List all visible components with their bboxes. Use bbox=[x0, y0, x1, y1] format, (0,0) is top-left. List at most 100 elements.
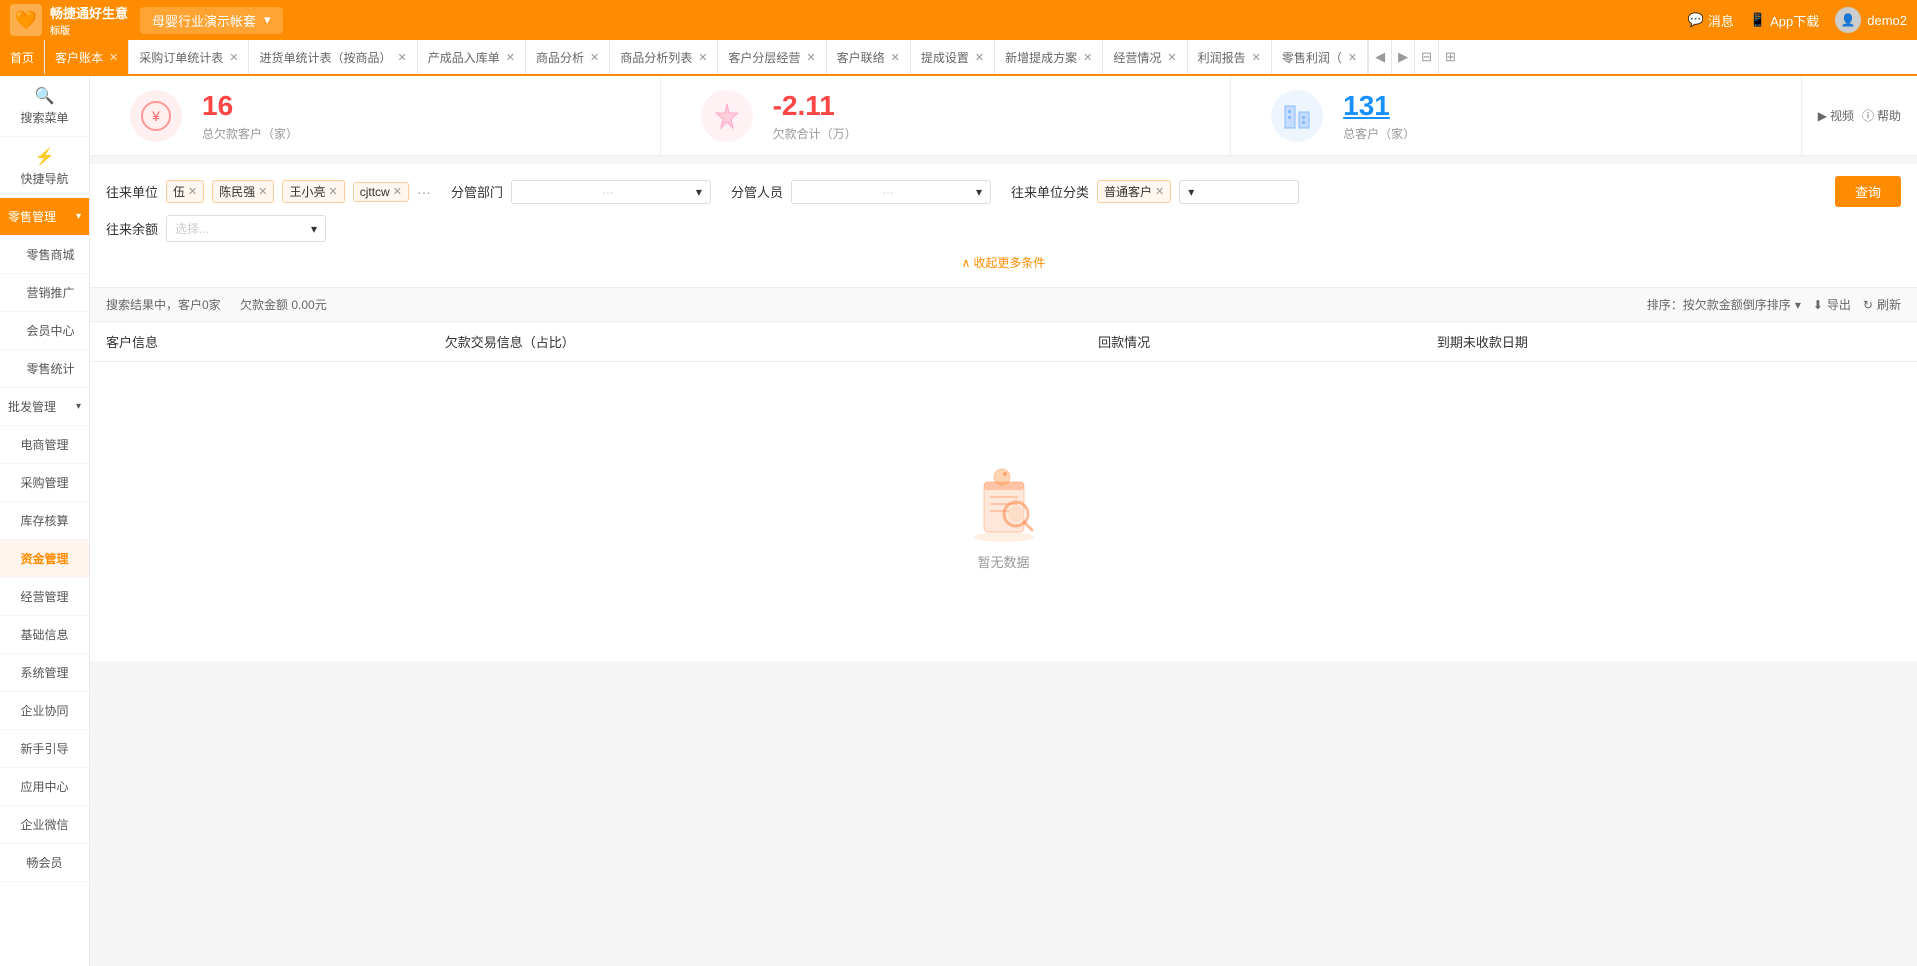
filter-row-1: 往来单位 伍 ✕ 陈民强 ✕ 王小亮 ✕ cjttcw ✕ ··· bbox=[106, 176, 1901, 207]
tab-new-commission[interactable]: 新增提成方案 ✕ bbox=[995, 40, 1103, 75]
sidebar-item-marketing[interactable]: 营销推广 bbox=[0, 274, 89, 312]
sidebar-item-ops[interactable]: 经营管理 bbox=[0, 578, 89, 616]
tab-commission-close[interactable]: ✕ bbox=[975, 51, 984, 64]
help-icon: ⓘ bbox=[1862, 107, 1874, 124]
user-menu[interactable]: 👤 demo2 bbox=[1835, 7, 1907, 33]
stat-debt-icon bbox=[701, 90, 753, 142]
tab-operation-status-label: 经营情况 bbox=[1113, 49, 1161, 66]
tab-commission-settings[interactable]: 提成设置 ✕ bbox=[911, 40, 995, 75]
sidebar-item-finance[interactable]: 资金管理 bbox=[0, 540, 89, 578]
tab-retail-profit-close[interactable]: ✕ bbox=[1348, 51, 1357, 64]
app-download-btn[interactable]: 📱 App下载 bbox=[1750, 11, 1819, 30]
sidebar-item-retail-stats[interactable]: 零售统计 bbox=[0, 350, 89, 388]
app-icon: 📱 bbox=[1750, 12, 1766, 28]
person-chevron-icon: ▾ bbox=[976, 185, 982, 199]
unit-class-select[interactable]: ▾ bbox=[1179, 180, 1299, 204]
tab-profit-report[interactable]: 利润报告 ✕ bbox=[1188, 40, 1272, 75]
tab-maximize-btn[interactable]: ⊞ bbox=[1438, 40, 1462, 75]
tab-prev-btn[interactable]: ◀ bbox=[1368, 40, 1391, 75]
sidebar-item-member-center[interactable]: 会员中心 bbox=[0, 312, 89, 350]
tab-operation-status[interactable]: 经营情况 ✕ bbox=[1103, 40, 1187, 75]
tab-next-btn[interactable]: ▶ bbox=[1391, 40, 1414, 75]
tab-product-close[interactable]: ✕ bbox=[506, 51, 515, 64]
sidebar-item-search[interactable]: 🔍 搜索菜单 bbox=[0, 76, 89, 137]
stat-customers-value: 16 bbox=[202, 89, 298, 123]
sidebar-item-vip[interactable]: 畅会员 bbox=[0, 844, 89, 882]
filter-tag-wang[interactable]: 王小亮 ✕ bbox=[282, 180, 344, 203]
logo-subtitle: 标版 bbox=[50, 22, 128, 37]
help-btn[interactable]: ⓘ 帮助 bbox=[1862, 107, 1901, 124]
sidebar-item-quick-nav[interactable]: ⚡ 快捷导航 bbox=[0, 137, 89, 198]
tab-bar: 首页 客户账本 ✕ 采购订单统计表 ✕ 进货单统计表（按商品） ✕ 产成品入库单… bbox=[0, 40, 1917, 76]
filter-tag-common-customer[interactable]: 普通客户 ✕ bbox=[1097, 180, 1171, 203]
tab-purchase-close[interactable]: ✕ bbox=[229, 51, 238, 64]
tab-profit-close[interactable]: ✕ bbox=[1252, 51, 1261, 64]
video-btn[interactable]: ▶ 视频 bbox=[1818, 107, 1854, 124]
tab-purchase-orders[interactable]: 采购订单统计表 ✕ bbox=[129, 40, 249, 75]
dept-select[interactable]: ··· ▾ bbox=[511, 180, 711, 204]
filter-more-btn[interactable]: ··· bbox=[417, 184, 431, 200]
filter-tag-wu[interactable]: 伍 ✕ bbox=[166, 180, 204, 203]
data-table: 客户信息 欠款交易信息（占比） 回款情况 到期未收款日期 bbox=[90, 322, 1917, 662]
sidebar-wholesale-label: 批发管理 bbox=[8, 398, 56, 415]
sidebar-item-system[interactable]: 系统管理 bbox=[0, 654, 89, 692]
tab-operation-close[interactable]: ✕ bbox=[1167, 51, 1176, 64]
stat-right-actions: ▶ 视频 ⓘ 帮助 bbox=[1802, 107, 1917, 124]
sidebar-item-inventory[interactable]: 库存核算 bbox=[0, 502, 89, 540]
filter-tag-wu-close[interactable]: ✕ bbox=[188, 185, 197, 198]
collapse-filter-btn[interactable]: ∧ 收起更多条件 bbox=[106, 250, 1901, 275]
tab-customer-contact-close[interactable]: ✕ bbox=[891, 51, 900, 64]
tab-incoming-close[interactable]: ✕ bbox=[398, 51, 407, 64]
tab-minimize-btn[interactable]: ⊟ bbox=[1414, 40, 1438, 75]
tab-product-incoming[interactable]: 产成品入库单 ✕ bbox=[418, 40, 526, 75]
tab-product-analysis-list[interactable]: 商品分析列表 ✕ bbox=[610, 40, 718, 75]
sidebar-item-purchase[interactable]: 采购管理 bbox=[0, 464, 89, 502]
tab-product-analysis-close[interactable]: ✕ bbox=[590, 51, 599, 64]
sidebar-item-ecommerce[interactable]: 电商管理 bbox=[0, 426, 89, 464]
tab-customer-segment[interactable]: 客户分层经营 ✕ bbox=[718, 40, 826, 75]
building-svg bbox=[1277, 96, 1317, 136]
svg-text:¥: ¥ bbox=[151, 108, 160, 124]
sort-dropdown[interactable]: 排序：按欠款金额倒序排序 ▾ bbox=[1647, 296, 1801, 313]
sidebar-purchase-label: 采购管理 bbox=[20, 474, 68, 491]
col-repayment: 回款情况 bbox=[1082, 322, 1421, 362]
refresh-button[interactable]: ↻ 刷新 bbox=[1863, 296, 1901, 313]
tab-customers-label: 客户账本 bbox=[55, 49, 103, 66]
sidebar-item-enterprise-collab[interactable]: 企业协同 bbox=[0, 692, 89, 730]
tab-customers-close[interactable]: ✕ bbox=[109, 51, 118, 64]
sidebar-item-app-center[interactable]: 应用中心 bbox=[0, 768, 89, 806]
filter-tag-chen-close[interactable]: ✕ bbox=[258, 185, 267, 198]
tab-home[interactable]: 首页 bbox=[0, 40, 45, 75]
sidebar-item-basic-info[interactable]: 基础信息 bbox=[0, 616, 89, 654]
filter-tag-chen[interactable]: 陈民强 ✕ bbox=[212, 180, 274, 203]
tab-product-analysis-list-close[interactable]: ✕ bbox=[698, 51, 707, 64]
filter-tag-cjttcw-close[interactable]: ✕ bbox=[393, 185, 402, 198]
tab-retail-profit[interactable]: 零售利润（ ✕ bbox=[1272, 40, 1368, 75]
sidebar-item-new-guide[interactable]: 新手引导 bbox=[0, 730, 89, 768]
sidebar-item-wholesale[interactable]: 批发管理 ▾ bbox=[0, 388, 89, 426]
filter-tag-common-close[interactable]: ✕ bbox=[1155, 185, 1164, 198]
stat-customers2-icon bbox=[1271, 90, 1323, 142]
export-button[interactable]: ⬇ 导出 bbox=[1813, 296, 1851, 313]
person-select[interactable]: ··· ▾ bbox=[791, 180, 991, 204]
col-customer-info: 客户信息 bbox=[90, 322, 429, 362]
refresh-label: 刷新 bbox=[1877, 296, 1901, 313]
sidebar-item-retail-mall[interactable]: 零售商城 bbox=[0, 236, 89, 274]
sidebar-item-retail-mgmt[interactable]: 零售管理 ▾ bbox=[0, 198, 89, 236]
tab-customer-contact[interactable]: 客户联络 ✕ bbox=[827, 40, 911, 75]
tab-customer-segment-close[interactable]: ✕ bbox=[806, 51, 815, 64]
account-label: 母婴行业演示帐套 bbox=[152, 11, 256, 30]
balance-select[interactable]: 选择... ▾ bbox=[166, 215, 326, 242]
message-btn[interactable]: 💬 消息 bbox=[1688, 11, 1734, 30]
retail-mgmt-arrow-icon: ▾ bbox=[76, 211, 81, 222]
tab-product-analysis[interactable]: 商品分析 ✕ bbox=[526, 40, 610, 75]
sidebar-new-guide-label: 新手引导 bbox=[20, 740, 68, 757]
filter-tag-cjttcw[interactable]: cjttcw ✕ bbox=[353, 182, 409, 202]
query-button[interactable]: 查询 bbox=[1835, 176, 1901, 207]
tab-new-commission-close[interactable]: ✕ bbox=[1083, 51, 1092, 64]
tab-customers[interactable]: 客户账本 ✕ bbox=[45, 40, 129, 75]
tab-incoming-stats[interactable]: 进货单统计表（按商品） ✕ bbox=[249, 40, 417, 75]
filter-tag-wang-close[interactable]: ✕ bbox=[329, 185, 338, 198]
sidebar-item-enterprise-wechat[interactable]: 企业微信 bbox=[0, 806, 89, 844]
account-dropdown[interactable]: 母婴行业演示帐套 ▾ bbox=[140, 7, 283, 34]
